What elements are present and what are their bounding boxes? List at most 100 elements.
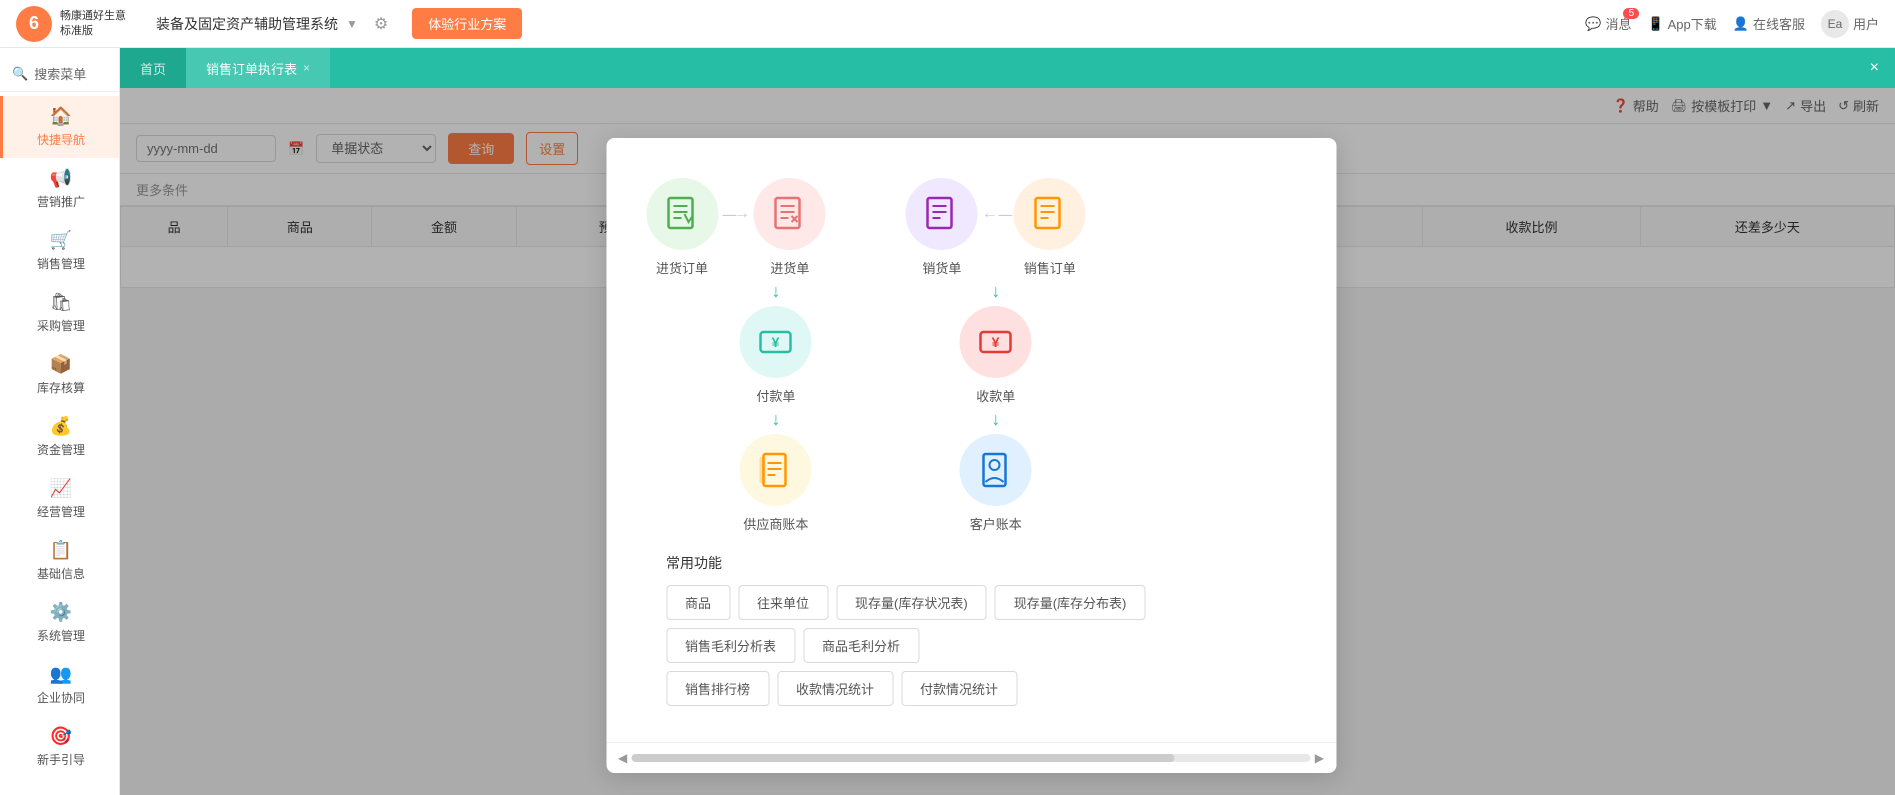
marketing-icon: 📢 [50,168,72,189]
sidebar-item-newbie[interactable]: 🎯 新手引导 [0,716,119,778]
main-content: ❓ 帮助 🖨 按模板打印 ▼ ↗ 导出 ↺ 刷新 [120,88,1895,795]
header: 6 畅康通好生意 标准版 装备及固定资产辅助管理系统 ▼ ⚙ 体验行业方案 💬 … [0,0,1895,48]
purchase-order-icon [662,194,702,234]
inventory-icon: 📦 [50,354,72,375]
sidebar-item-purchase[interactable]: 🛍 采购管理 [0,282,119,344]
message-badge: 5 [1623,8,1639,19]
payment-circle: ¥ [740,306,812,378]
sale-circle [906,178,978,250]
tab-bar: 首页 销售订单执行表 × × [120,48,1895,88]
scroll-right-arrow[interactable]: ▶ [1315,751,1324,765]
func-btn-receipt-stats[interactable]: 收款情况统计 [777,671,893,706]
scroll-left-arrow[interactable]: ◀ [618,751,627,765]
customer-ledger-node: 客户账本 [960,434,1032,533]
sale-node: 销货单 [906,178,978,277]
receipt-circle: ¥ [960,306,1032,378]
func-btn-stock-dist[interactable]: 现存量(库存分布表) [995,585,1146,620]
svg-text:¥: ¥ [772,334,780,350]
payment-icon: ¥ [756,322,796,362]
sidebar-item-inventory[interactable]: 📦 库存核算 [0,344,119,406]
arrow-purchase-to-payment: ↓ [771,281,780,302]
tab-close-icon[interactable]: × [303,61,310,75]
receipt-label: 收款单 [976,386,1015,405]
tab-home[interactable]: 首页 [120,48,186,88]
purchase-icon: 🛍 [50,292,73,313]
sale-row: 销货单 ← - - - - - [906,178,1086,277]
sidebar-item-system[interactable]: ⚙️ 系统管理 [0,592,119,654]
customer-ledger-circle [960,434,1032,506]
message-button[interactable]: 💬 消息 5 [1585,14,1631,33]
arrow-sale-order-to-sale: ← - - - - - [982,205,1010,251]
supplier-ledger-label: 供应商账本 [743,514,808,533]
service-icon: 👤 [1733,16,1749,32]
func-btn-product[interactable]: 商品 [666,585,730,620]
system-dropdown-icon[interactable]: ▼ [346,17,358,31]
header-right: 💬 消息 5 📱 App下载 👤 在线客服 Ea 用户 [1585,10,1879,38]
sidebar-item-marketing[interactable]: 📢 营销推广 [0,158,119,220]
func-btn-sales-margin[interactable]: 销售毛利分析表 [666,628,795,663]
logo: 6 畅康通好生意 标准版 [16,6,136,42]
tab-sales-order[interactable]: 销售订单执行表 × [186,48,330,88]
header-system: 装备及固定资产辅助管理系统 ▼ ⚙ 体验行业方案 [156,8,1585,39]
settings-icon[interactable]: ⚙ [374,14,388,34]
receipt-node: ¥ 收款单 [960,306,1032,405]
svg-text:¥: ¥ [992,334,1000,350]
purchase-label: 进货单 [770,258,809,277]
supplier-ledger-icon [756,450,796,490]
payment-label: 付款单 [756,386,795,405]
arrow-payment-to-supplier: ↓ [771,409,780,430]
user-menu[interactable]: Ea 用户 [1821,10,1879,38]
func-btn-product-margin[interactable]: 商品毛利分析 [803,628,919,663]
payment-node: ¥ 付款单 [740,306,812,405]
func-btn-sales-rank[interactable]: 销售排行榜 [666,671,769,706]
avatar: Ea [1821,10,1849,38]
func-btn-partners[interactable]: 往来单位 [738,585,828,620]
scroll-track[interactable] [631,754,1311,762]
flow-popup: 进货订单 - - - - - → [606,138,1336,773]
main-layout: 🔍 搜索菜单 🏠 快捷导航 📢 营销推广 🛒 销售管理 🛍 采购管理 📦 库存核… [0,48,1895,795]
finance-icon: 💰 [50,416,72,437]
purchase-row: 进货订单 - - - - - → [646,178,826,277]
right-panel: 首页 销售订单执行表 × × ❓ 帮助 🖨 按模板打印 [120,48,1895,795]
collab-icon: 👥 [50,664,72,685]
sidebar-item-quick-nav[interactable]: 🏠 快捷导航 [0,96,119,158]
flow-diagram: 进货订单 - - - - - → [646,168,1296,553]
right-flow: 销货单 ← - - - - - [906,178,1086,533]
mobile-icon: 📱 [1647,16,1663,32]
receipt-col: ↓ ¥ 收款单 [960,277,1032,533]
arrow-receipt-to-customer: ↓ [991,409,1000,430]
purchase-order-label: 进货订单 [656,258,708,277]
purchase-node: 进货单 [754,178,826,277]
home-icon: 🏠 [50,106,72,127]
operations-icon: 📈 [50,478,72,499]
sale-icon [922,194,962,234]
purchase-circle [754,178,826,250]
search-menu[interactable]: 🔍 搜索菜单 [0,56,119,92]
sidebar-item-collaboration[interactable]: 👥 企业协同 [0,654,119,716]
popup-scrollbar: ◀ ▶ [606,742,1336,773]
func-btn-payment-stats[interactable]: 付款情况统计 [901,671,1017,706]
func-buttons-row2: 销售排行榜 收款情况统计 付款情况统计 [666,671,1276,706]
func-buttons: 商品 往来单位 现存量(库存状况表) 现存量(库存分布表) 销售毛利分析表 商品… [666,585,1276,663]
func-btn-stock-status[interactable]: 现存量(库存状况表) [836,585,987,620]
sidebar-item-basic-info[interactable]: 📋 基础信息 [0,530,119,592]
message-icon: 💬 [1585,16,1601,32]
search-icon: 🔍 [12,66,28,82]
sidebar-item-operations[interactable]: 📈 经营管理 [0,468,119,530]
online-service-button[interactable]: 👤 在线客服 [1733,14,1805,33]
sidebar-item-sales[interactable]: 🛒 销售管理 [0,220,119,282]
scroll-thumb [631,754,1175,762]
system-icon: ⚙️ [50,602,72,623]
receipt-icon: ¥ [976,322,1016,362]
supplier-ledger-node: 供应商账本 [740,434,812,533]
sidebar-item-finance[interactable]: 💰 资金管理 [0,406,119,468]
sale-order-label: 销售订单 [1024,258,1076,277]
customer-ledger-label: 客户账本 [970,514,1022,533]
trial-button[interactable]: 体验行业方案 [412,8,522,39]
sales-icon: 🛒 [50,230,72,251]
panel-close-button[interactable]: × [1870,59,1879,77]
purchase-order-node: 进货订单 [646,178,718,277]
arrow-purchase-order-to-purchase: - - - - - → [722,205,750,251]
app-download-button[interactable]: 📱 App下载 [1647,14,1716,33]
arrow-sale-to-receipt: ↓ [991,281,1000,302]
